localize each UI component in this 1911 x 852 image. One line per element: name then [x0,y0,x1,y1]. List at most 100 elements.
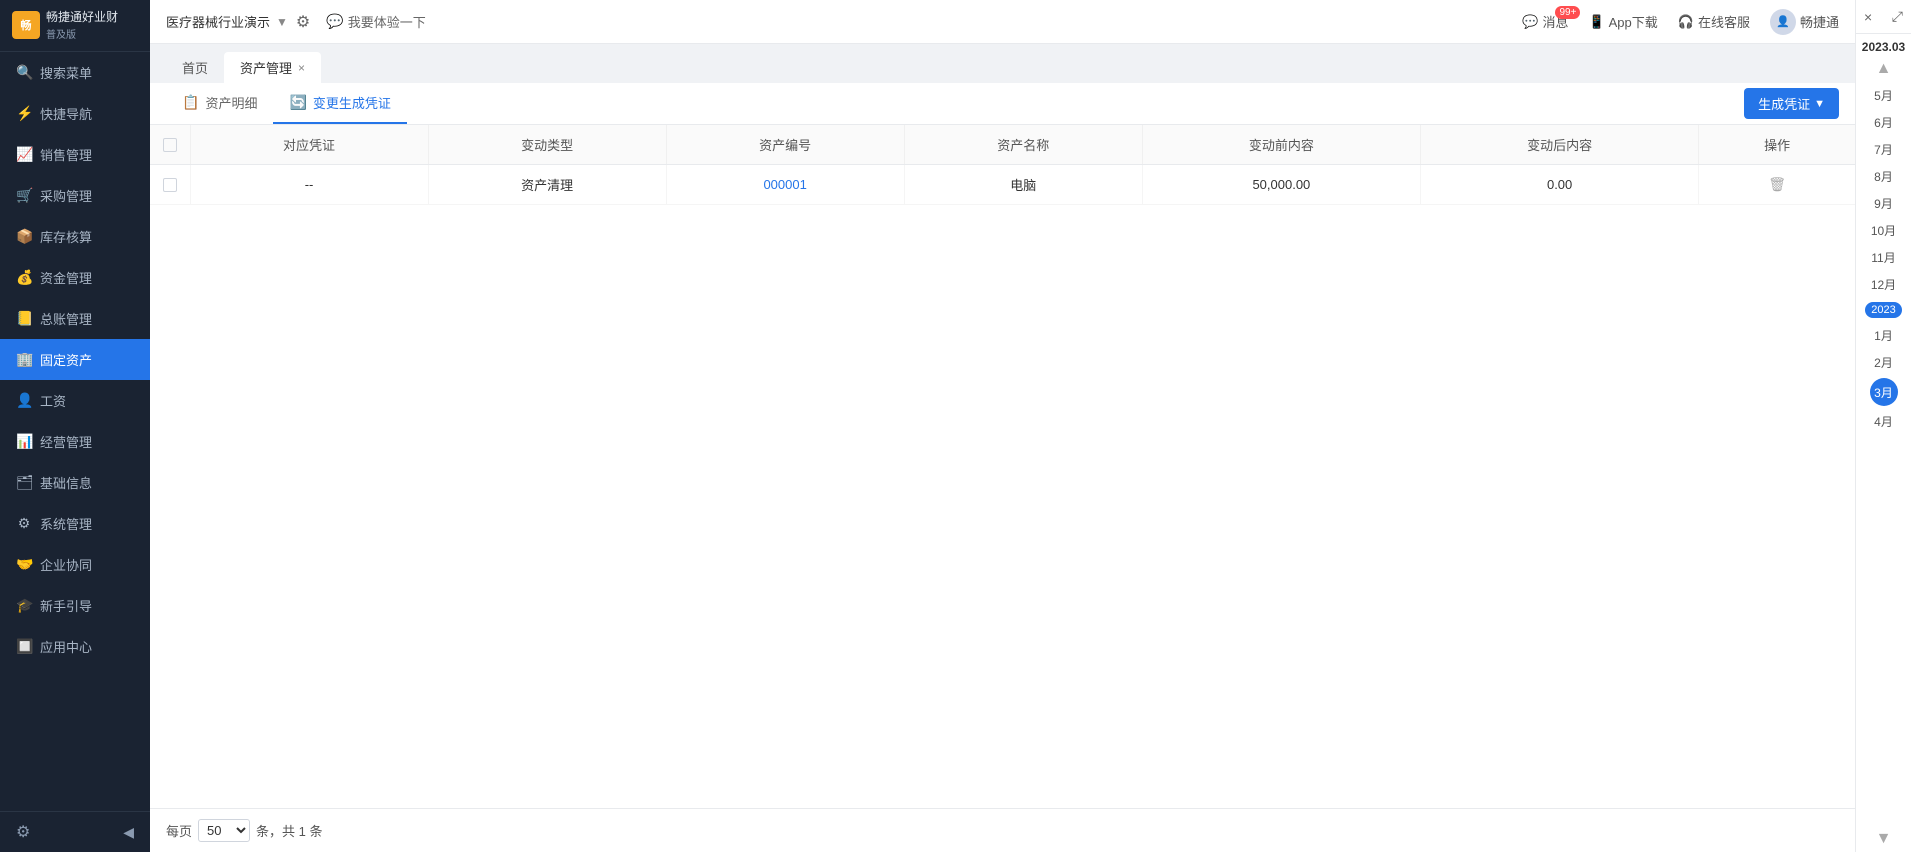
per-page-label: 每页 [166,821,192,840]
operations-icon: 📊 [16,433,32,450]
tab-change-voucher[interactable]: 🔄 变更生成凭证 [273,83,406,124]
basic-icon: 🗂 [16,474,32,491]
scroll-up-icon[interactable]: ▲ [1856,56,1911,82]
apps-icon: 🔲 [16,638,32,655]
sidebar-item-guide[interactable]: 🎓 新手引导 [0,585,150,626]
customer-service-button[interactable]: 🎧 在线客服 [1678,12,1750,31]
col-action: 操作 [1699,125,1855,165]
per-page-select[interactable]: 10 20 50 100 [198,819,250,842]
sidebar-item-basic[interactable]: 🗂 基础信息 [0,462,150,503]
sidebar-item-system[interactable]: ⚙ 系统管理 [0,503,150,544]
quicknav-icon: ⚡ [16,105,32,122]
right-panel-close-icon[interactable]: × [1864,9,1872,25]
search-icon: 🔍 [16,64,32,81]
system-icon: ⚙ [16,515,32,532]
month-1[interactable]: 1月 [1856,322,1911,349]
row-checkbox-cell[interactable] [150,165,190,205]
app-download-button[interactable]: 📱 App下载 [1588,12,1657,31]
sidebar: 畅 畅捷通好业财 普及版 🔍 搜索菜单 ⚡ 快捷导航 📈 销售管理 🛒 采购管理… [0,0,150,852]
tab-label: 资产管理 [240,58,292,77]
month-7[interactable]: 7月 [1856,136,1911,163]
company-selector[interactable]: 医疗器械行业演示 ▼ [166,12,288,31]
sidebar-logo: 畅 畅捷通好业财 普及版 [0,0,150,52]
sidebar-item-funds[interactable]: 💰 资金管理 [0,257,150,298]
message-button[interactable]: 💬 消息 99+ [1522,12,1568,31]
sidebar-item-apps[interactable]: 🔲 应用中心 [0,626,150,667]
cell-asset-code: 000001 [666,165,904,205]
app-download-label: App下载 [1609,12,1658,31]
sidebar-item-label: 采购管理 [40,186,92,205]
sidebar-item-payroll[interactable]: 👤 工资 [0,380,150,421]
sidebar-item-label: 固定资产 [40,350,92,369]
sidebar-item-label: 快捷导航 [40,104,92,123]
settings-icon[interactable]: ⚙ [16,822,30,842]
month-12[interactable]: 12月 [1856,271,1911,298]
generate-btn-label: 生成凭证 [1758,94,1810,113]
sidebar-footer: ⚙ ◀ [0,811,150,852]
inventory-icon: 📦 [16,228,32,245]
right-panel-expand-icon[interactable]: ⤢ [1892,8,1903,25]
sales-icon: 📈 [16,146,32,163]
sidebar-item-inventory[interactable]: 📦 库存核算 [0,216,150,257]
month-11[interactable]: 11月 [1856,244,1911,271]
inner-tabs: 📋 资产明细 🔄 变更生成凭证 生成凭证 ▼ [150,83,1855,125]
total-count: 条，共 1 条 [256,821,322,840]
sidebar-item-label: 基础信息 [40,473,92,492]
customer-service-label: 在线客服 [1698,12,1750,31]
month-6[interactable]: 6月 [1856,109,1911,136]
sidebar-item-sales[interactable]: 📈 销售管理 [0,134,150,175]
select-all-checkbox[interactable] [163,138,177,152]
sidebar-item-label: 经营管理 [40,432,92,451]
scroll-down-icon[interactable]: ▼ [1856,826,1911,852]
logo-icon: 畅 [12,11,40,39]
message-badge: 99+ [1555,6,1580,19]
sidebar-item-quicknav[interactable]: ⚡ 快捷导航 [0,93,150,134]
tab-change-voucher-label: 变更生成凭证 [313,93,391,112]
company-name: 医疗器械行业演示 [166,12,270,31]
sidebar-item-search[interactable]: 🔍 搜索菜单 [0,52,150,93]
cell-voucher: -- [190,165,428,205]
user-menu[interactable]: 👤 畅捷通 [1770,9,1839,35]
collapse-sidebar-icon[interactable]: ◀ [123,824,134,841]
month-5[interactable]: 5月 [1856,82,1911,109]
month-10[interactable]: 10月 [1856,217,1911,244]
table-wrapper: 对应凭证 变动类型 资产编号 资产名称 变动前内容 变动后内容 操作 [150,125,1855,808]
tab-home[interactable]: 首页 [166,52,224,83]
collab-icon: 🤝 [16,556,32,573]
sidebar-item-assets[interactable]: 🏢 固定资产 [0,339,150,380]
month-2[interactable]: 2月 [1856,349,1911,376]
sidebar-item-label: 系统管理 [40,514,92,533]
month-3[interactable]: 3月 [1870,378,1898,406]
right-panel: × ⤢ 2023.03 ▲ 5月 6月 7月 8月 9月 10月 11月 12月… [1855,0,1911,852]
tab-close-icon[interactable]: × [298,61,305,75]
month-8[interactable]: 8月 [1856,163,1911,190]
feedback-icon: 💬 [326,13,343,30]
sidebar-item-operations[interactable]: 📊 经营管理 [0,421,150,462]
tab-assets[interactable]: 资产管理 × [224,52,321,83]
feedback-button[interactable]: 💬 我要体验一下 [326,12,425,31]
logo-subtitle: 普及版 [46,26,118,41]
sidebar-item-collab[interactable]: 🤝 企业协同 [0,544,150,585]
tab-asset-detail[interactable]: 📋 资产明细 [166,83,273,124]
content-area: 📋 资产明细 🔄 变更生成凭证 生成凭证 ▼ [150,83,1855,852]
year-2023-badge: 2023 [1865,302,1901,318]
user-name: 畅捷通 [1800,12,1839,31]
topbar-settings-icon[interactable]: ⚙ [296,12,310,32]
month-9[interactable]: 9月 [1856,190,1911,217]
sidebar-item-label: 工资 [40,391,66,410]
select-all-header[interactable] [150,125,190,165]
sidebar-item-label: 资金管理 [40,268,92,287]
sidebar-item-purchase[interactable]: 🛒 采购管理 [0,175,150,216]
col-before: 变动前内容 [1142,125,1420,165]
purchase-icon: 🛒 [16,187,32,204]
cell-after: 0.00 [1421,165,1699,205]
row-checkbox[interactable] [163,178,177,192]
col-after: 变动后内容 [1421,125,1699,165]
cell-action[interactable]: 🗑 [1699,165,1855,205]
delete-icon[interactable]: 🗑 [1768,176,1786,192]
data-table: 对应凭证 变动类型 资产编号 资产名称 变动前内容 变动后内容 操作 [150,125,1855,205]
sidebar-item-ledger[interactable]: 📒 总账管理 [0,298,150,339]
generate-voucher-button[interactable]: 生成凭证 ▼ [1744,88,1839,119]
month-4[interactable]: 4月 [1856,408,1911,435]
tabbar: 首页 资产管理 × [150,44,1855,83]
